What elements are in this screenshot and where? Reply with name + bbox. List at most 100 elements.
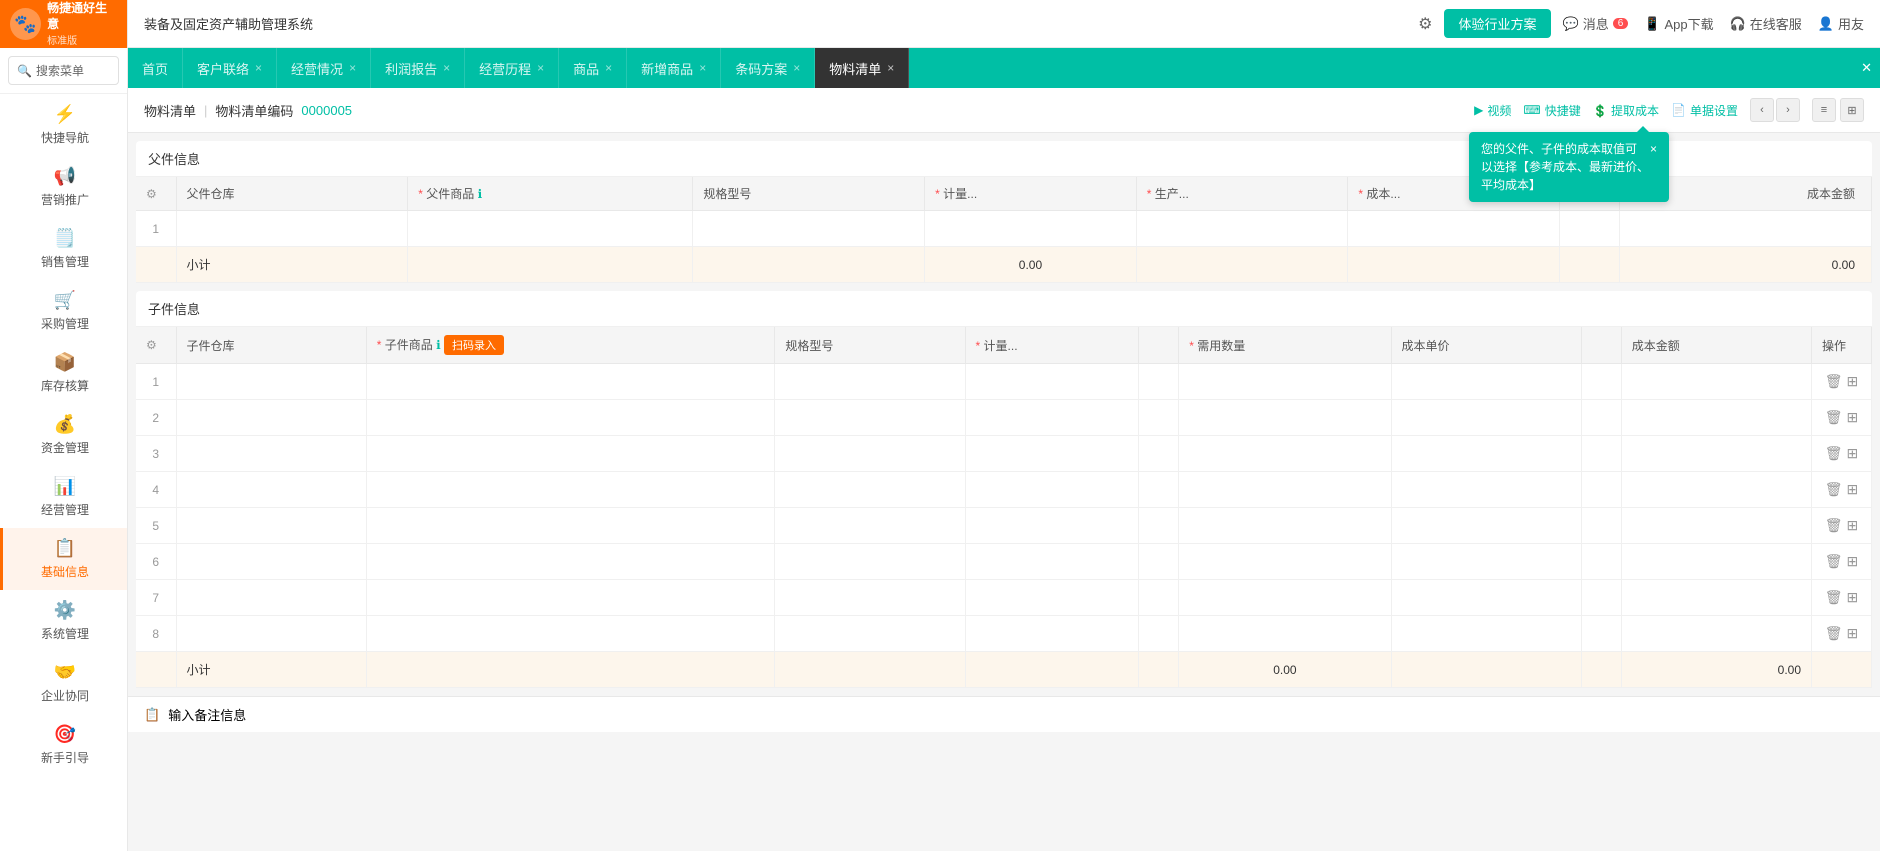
parent-row-production[interactable]	[1136, 211, 1348, 247]
child-row-quantity[interactable]	[1179, 544, 1391, 580]
child-row-spec[interactable]	[775, 580, 965, 616]
breadcrumb-main[interactable]: 物料清单	[144, 101, 196, 120]
parent-row-unit[interactable]	[925, 211, 1137, 247]
child-row-goods[interactable]	[366, 436, 775, 472]
copy-row-button[interactable]: ⊞	[1847, 517, 1859, 534]
parent-row-goods[interactable]	[408, 211, 693, 247]
child-row-spec[interactable]	[775, 544, 965, 580]
tab-goods[interactable]: 商品 ×	[559, 48, 627, 88]
tab-barcode-close[interactable]: ×	[793, 61, 800, 75]
tab-home[interactable]: 首页	[128, 48, 183, 88]
child-row-unit[interactable]	[965, 364, 1139, 400]
child-row-quantity[interactable]	[1179, 472, 1391, 508]
tab-customers-close[interactable]: ×	[255, 61, 262, 75]
child-row-unit[interactable]	[965, 472, 1139, 508]
child-row-unit-price[interactable]	[1391, 508, 1581, 544]
sidebar-item-finance[interactable]: 💰 资金管理	[0, 404, 127, 466]
grid-view-button[interactable]: ⊞	[1840, 98, 1864, 122]
sidebar-item-sales[interactable]: 🗒️ 销售管理	[0, 218, 127, 280]
child-row-unit[interactable]	[965, 400, 1139, 436]
copy-row-button[interactable]: ⊞	[1847, 409, 1859, 426]
view-action[interactable]: ▶ 视频	[1474, 102, 1511, 119]
nav-next-button[interactable]: ›	[1776, 98, 1800, 122]
tab-operation-status-close[interactable]: ×	[349, 61, 356, 75]
tab-new-goods[interactable]: 新增商品 ×	[627, 48, 721, 88]
app-download-button[interactable]: 📱 App下载	[1644, 14, 1713, 33]
delete-row-button[interactable]: 🗑	[1825, 517, 1843, 534]
settings-icon[interactable]: ⚙	[1418, 14, 1432, 34]
child-row-unit[interactable]	[965, 616, 1139, 652]
tab-material-list-close[interactable]: ×	[887, 61, 894, 75]
delete-row-button[interactable]: 🗑	[1825, 373, 1843, 390]
child-row-warehouse[interactable]	[176, 580, 366, 616]
user-menu[interactable]: 👤 用友	[1818, 14, 1864, 33]
tab-operation-history[interactable]: 经营历程 ×	[465, 48, 559, 88]
child-row-spec[interactable]	[775, 400, 965, 436]
child-row-unit-price[interactable]	[1391, 400, 1581, 436]
extract-cost-action[interactable]: 💲 提取成本 × 您的父件、子件的成本取值可以选择【参考成本、最新进价、平均成本…	[1593, 102, 1659, 119]
child-row-goods[interactable]	[366, 400, 775, 436]
tooltip-close-button[interactable]: ×	[1650, 140, 1657, 158]
tab-profit[interactable]: 利润报告 ×	[371, 48, 465, 88]
delete-row-button[interactable]: 🗑	[1825, 409, 1843, 426]
child-row-unit-price[interactable]	[1391, 436, 1581, 472]
search-menu-button[interactable]: 🔍 搜索菜单	[8, 56, 119, 85]
tab-new-goods-close[interactable]: ×	[699, 61, 706, 75]
sidebar-item-inventory[interactable]: 📦 库存核算	[0, 342, 127, 404]
child-row-spec[interactable]	[775, 508, 965, 544]
online-service-button[interactable]: 🎧 在线客服	[1730, 14, 1802, 33]
child-row-quantity[interactable]	[1179, 400, 1391, 436]
child-row-unit[interactable]	[965, 544, 1139, 580]
nav-prev-button[interactable]: ‹	[1750, 98, 1774, 122]
child-row-spec[interactable]	[775, 472, 965, 508]
delete-row-button[interactable]: 🗑	[1825, 625, 1843, 642]
child-row-quantity[interactable]	[1179, 580, 1391, 616]
list-view-button[interactable]: ≡	[1812, 98, 1836, 122]
delete-row-button[interactable]: 🗑	[1825, 445, 1843, 462]
parent-row-cost[interactable]	[1348, 211, 1560, 247]
sidebar-item-purchase[interactable]: 🛒 采购管理	[0, 280, 127, 342]
child-row-unit[interactable]	[965, 508, 1139, 544]
sidebar-item-system[interactable]: ⚙️ 系统管理	[0, 590, 127, 652]
delete-row-button[interactable]: 🗑	[1825, 589, 1843, 606]
single-settings-action[interactable]: 📄 单据设置	[1671, 102, 1738, 119]
sidebar-item-collab[interactable]: 🤝 企业协同	[0, 652, 127, 714]
sidebar-item-quick-nav[interactable]: ⚡ 快捷导航	[0, 94, 127, 156]
child-row-goods[interactable]	[366, 508, 775, 544]
delete-row-button[interactable]: 🗑	[1825, 553, 1843, 570]
child-row-spec[interactable]	[775, 436, 965, 472]
child-row-warehouse[interactable]	[176, 364, 366, 400]
child-row-warehouse[interactable]	[176, 400, 366, 436]
tab-customers[interactable]: 客户联络 ×	[183, 48, 277, 88]
child-row-goods[interactable]	[366, 472, 775, 508]
copy-row-button[interactable]: ⊞	[1847, 625, 1859, 642]
child-col-settings-icon[interactable]: ⚙	[146, 338, 157, 352]
child-row-warehouse[interactable]	[176, 472, 366, 508]
tab-operation-history-close[interactable]: ×	[537, 61, 544, 75]
child-row-unit-price[interactable]	[1391, 544, 1581, 580]
child-row-unit[interactable]	[965, 436, 1139, 472]
child-row-unit[interactable]	[965, 580, 1139, 616]
sidebar-item-basic-info[interactable]: 📋 基础信息	[0, 528, 127, 590]
child-row-quantity[interactable]	[1179, 616, 1391, 652]
child-row-goods[interactable]	[366, 364, 775, 400]
child-row-goods[interactable]	[366, 616, 775, 652]
shortcut-action[interactable]: ⌨ 快捷键	[1523, 102, 1580, 119]
child-row-goods[interactable]	[366, 580, 775, 616]
tab-close-all[interactable]: ✕	[1853, 48, 1880, 88]
child-row-quantity[interactable]	[1179, 364, 1391, 400]
child-row-unit-price[interactable]	[1391, 616, 1581, 652]
delete-row-button[interactable]: 🗑	[1825, 481, 1843, 498]
child-row-unit-price[interactable]	[1391, 580, 1581, 616]
tab-material-list[interactable]: 物料清单 ×	[815, 48, 909, 88]
child-row-goods[interactable]	[366, 544, 775, 580]
child-row-spec[interactable]	[775, 616, 965, 652]
scan-input-button[interactable]: 扫码录入	[444, 335, 504, 355]
child-row-unit-price[interactable]	[1391, 364, 1581, 400]
sidebar-item-guide[interactable]: 🎯 新手引导	[0, 714, 127, 776]
child-row-unit-price[interactable]	[1391, 472, 1581, 508]
child-row-warehouse[interactable]	[176, 544, 366, 580]
tab-barcode[interactable]: 条码方案 ×	[721, 48, 815, 88]
child-row-spec[interactable]	[775, 364, 965, 400]
col-settings-icon[interactable]: ⚙	[146, 187, 157, 201]
